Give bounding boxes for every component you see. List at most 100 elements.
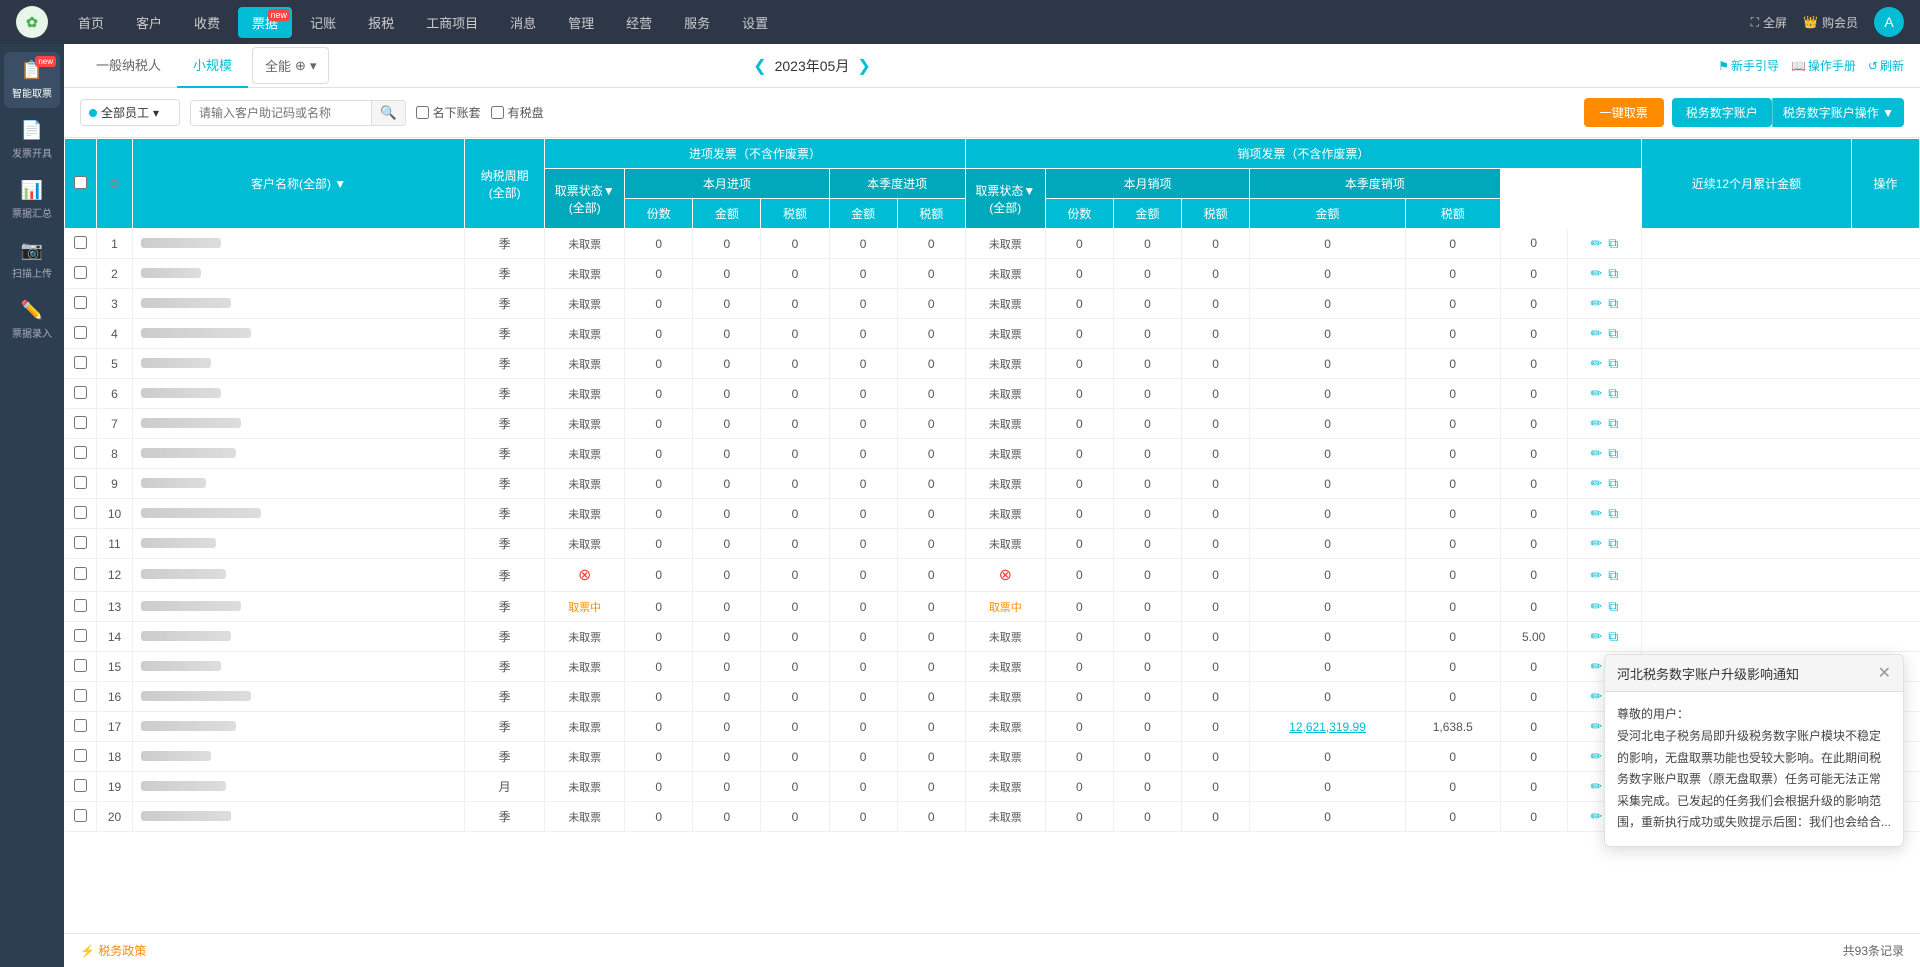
tab-full-capability[interactable]: 全能 ⊕ ▾ [252, 47, 329, 84]
row-checkbox-16[interactable] [74, 689, 87, 702]
copy-button-5[interactable]: ⧉ [1608, 355, 1618, 372]
edit-button-13[interactable]: ✏ [1590, 598, 1602, 615]
row-checkbox-10[interactable] [74, 506, 87, 519]
nav-home[interactable]: 首页 [64, 7, 118, 38]
edit-button-3[interactable]: ✏ [1590, 295, 1602, 312]
th-q-in-amt: 金额 [829, 199, 897, 229]
row-checkbox-1[interactable] [74, 236, 87, 249]
copy-button-12[interactable]: ⧉ [1608, 567, 1618, 584]
edit-button-6[interactable]: ✏ [1590, 385, 1602, 402]
nav-business[interactable]: 工商项目 [412, 7, 492, 38]
copy-button-13[interactable]: ⧉ [1608, 598, 1618, 615]
copy-button-10[interactable]: ⧉ [1608, 505, 1618, 522]
nav-service[interactable]: 服务 [670, 7, 724, 38]
row-checkbox-cell [65, 289, 97, 319]
employee-select[interactable]: 全部员工 ▾ [80, 99, 180, 126]
member-button[interactable]: 👑 购会员 [1803, 14, 1858, 31]
checkbox-account[interactable]: 名下账套 [416, 104, 481, 121]
row-checkbox-6[interactable] [74, 386, 87, 399]
sidebar-item-scan[interactable]: 📷 扫描上传 [4, 232, 60, 288]
tax-policy-link[interactable]: ⚡ 税务政策 [80, 942, 146, 959]
checkbox-account-input[interactable] [416, 106, 429, 119]
nav-settings[interactable]: 设置 [728, 7, 782, 38]
search-button[interactable]: 🔍 [371, 101, 405, 125]
row-checkbox-15[interactable] [74, 659, 87, 672]
copy-button-4[interactable]: ⧉ [1608, 325, 1618, 342]
tab-general-taxpayer[interactable]: 一般纳税人 [80, 44, 177, 88]
row-checkbox-14[interactable] [74, 629, 87, 642]
manual-link[interactable]: 📖 操作手册 [1791, 57, 1856, 74]
nav-invoice[interactable]: 票据 new [238, 7, 292, 38]
copy-button-7[interactable]: ⧉ [1608, 415, 1618, 432]
sidebar-item-open-invoice[interactable]: 📄 发票开具 [4, 112, 60, 168]
digital-account-button[interactable]: 税务数字账户 [1672, 98, 1772, 127]
row-checkbox-13[interactable] [74, 599, 87, 612]
row-checkbox-12[interactable] [74, 567, 87, 580]
edit-button-17[interactable]: ✏ [1590, 718, 1602, 735]
edit-button-15[interactable]: ✏ [1590, 658, 1602, 675]
checkbox-taxdisk[interactable]: 有税盘 [491, 104, 544, 121]
th-quarter-sales: 本季度销项 [1250, 169, 1500, 199]
nav-fee[interactable]: 收费 [180, 7, 234, 38]
copy-button-3[interactable]: ⧉ [1608, 295, 1618, 312]
edit-button-7[interactable]: ✏ [1590, 415, 1602, 432]
row-checkbox-19[interactable] [74, 779, 87, 792]
edit-button-20[interactable]: ✏ [1590, 808, 1602, 825]
nav-manage[interactable]: 管理 [554, 7, 608, 38]
checkbox-taxdisk-input[interactable] [491, 106, 504, 119]
copy-button-6[interactable]: ⧉ [1608, 385, 1618, 402]
sidebar-item-summary[interactable]: 📊 票据汇总 [4, 172, 60, 228]
row-checkbox-8[interactable] [74, 446, 87, 459]
row-checkbox-7[interactable] [74, 416, 87, 429]
edit-button-11[interactable]: ✏ [1590, 535, 1602, 552]
copy-button-8[interactable]: ⧉ [1608, 445, 1618, 462]
nav-tax[interactable]: 报税 [354, 7, 408, 38]
row-checkbox-5[interactable] [74, 356, 87, 369]
tab-small-scale[interactable]: 小规模 [177, 44, 248, 88]
row-checkbox-18[interactable] [74, 749, 87, 762]
edit-button-9[interactable]: ✏ [1590, 475, 1602, 492]
row-checkbox-17[interactable] [74, 719, 87, 732]
sidebar-item-smart-invoice[interactable]: 📋 智能取票 new [4, 52, 60, 108]
edit-button-19[interactable]: ✏ [1590, 778, 1602, 795]
edit-button-18[interactable]: ✏ [1590, 748, 1602, 765]
edit-button-5[interactable]: ✏ [1590, 355, 1602, 372]
row-checkbox-3[interactable] [74, 296, 87, 309]
refresh-link[interactable]: ↺ 刷新 [1868, 57, 1904, 74]
notification-close-button[interactable]: ✕ [1878, 663, 1891, 683]
row-checkbox-20[interactable] [74, 809, 87, 822]
row-checkbox-4[interactable] [74, 326, 87, 339]
copy-button-11[interactable]: ⧉ [1608, 535, 1618, 552]
date-next-button[interactable]: ❯ [857, 56, 870, 76]
edit-button-16[interactable]: ✏ [1590, 688, 1602, 705]
edit-button-2[interactable]: ✏ [1590, 265, 1602, 282]
edit-button-4[interactable]: ✏ [1590, 325, 1602, 342]
nav-operation[interactable]: 经营 [612, 7, 666, 38]
copy-button-1[interactable]: ⧉ [1608, 235, 1618, 252]
copy-button-2[interactable]: ⧉ [1608, 265, 1618, 282]
nav-message[interactable]: 消息 [496, 7, 550, 38]
row-checkbox-2[interactable] [74, 266, 87, 279]
date-prev-button[interactable]: ❮ [753, 56, 766, 76]
sidebar-item-entry[interactable]: ✏️ 票据录入 [4, 292, 60, 348]
edit-button-8[interactable]: ✏ [1590, 445, 1602, 462]
search-input[interactable] [191, 102, 371, 124]
edit-button-10[interactable]: ✏ [1590, 505, 1602, 522]
copy-button-14[interactable]: ⧉ [1608, 628, 1618, 645]
select-all-checkbox[interactable] [74, 176, 87, 189]
edit-button-14[interactable]: ✏ [1590, 628, 1602, 645]
copy-button-9[interactable]: ⧉ [1608, 475, 1618, 492]
row-checkbox-11[interactable] [74, 536, 87, 549]
row-checkbox-9[interactable] [74, 476, 87, 489]
new-guide-link[interactable]: ⚑ 新手引导 [1718, 57, 1779, 74]
one-key-button[interactable]: 一键取票 [1584, 98, 1664, 127]
edit-button-12[interactable]: ✏ [1590, 567, 1602, 584]
nav-customer[interactable]: 客户 [122, 7, 176, 38]
th-in-status: 取票状态▼(全部) [545, 169, 625, 229]
row-out-tax-cell: 0 [1182, 469, 1250, 499]
nav-bookkeeping[interactable]: 记账 [296, 7, 350, 38]
edit-button-1[interactable]: ✏ [1590, 235, 1602, 252]
digital-account-dropdown[interactable]: 税务数字账户操作 ▼ [1772, 98, 1904, 127]
fullscreen-button[interactable]: ⛶ 全屏 [1751, 14, 1787, 31]
user-avatar[interactable]: A [1874, 7, 1904, 37]
